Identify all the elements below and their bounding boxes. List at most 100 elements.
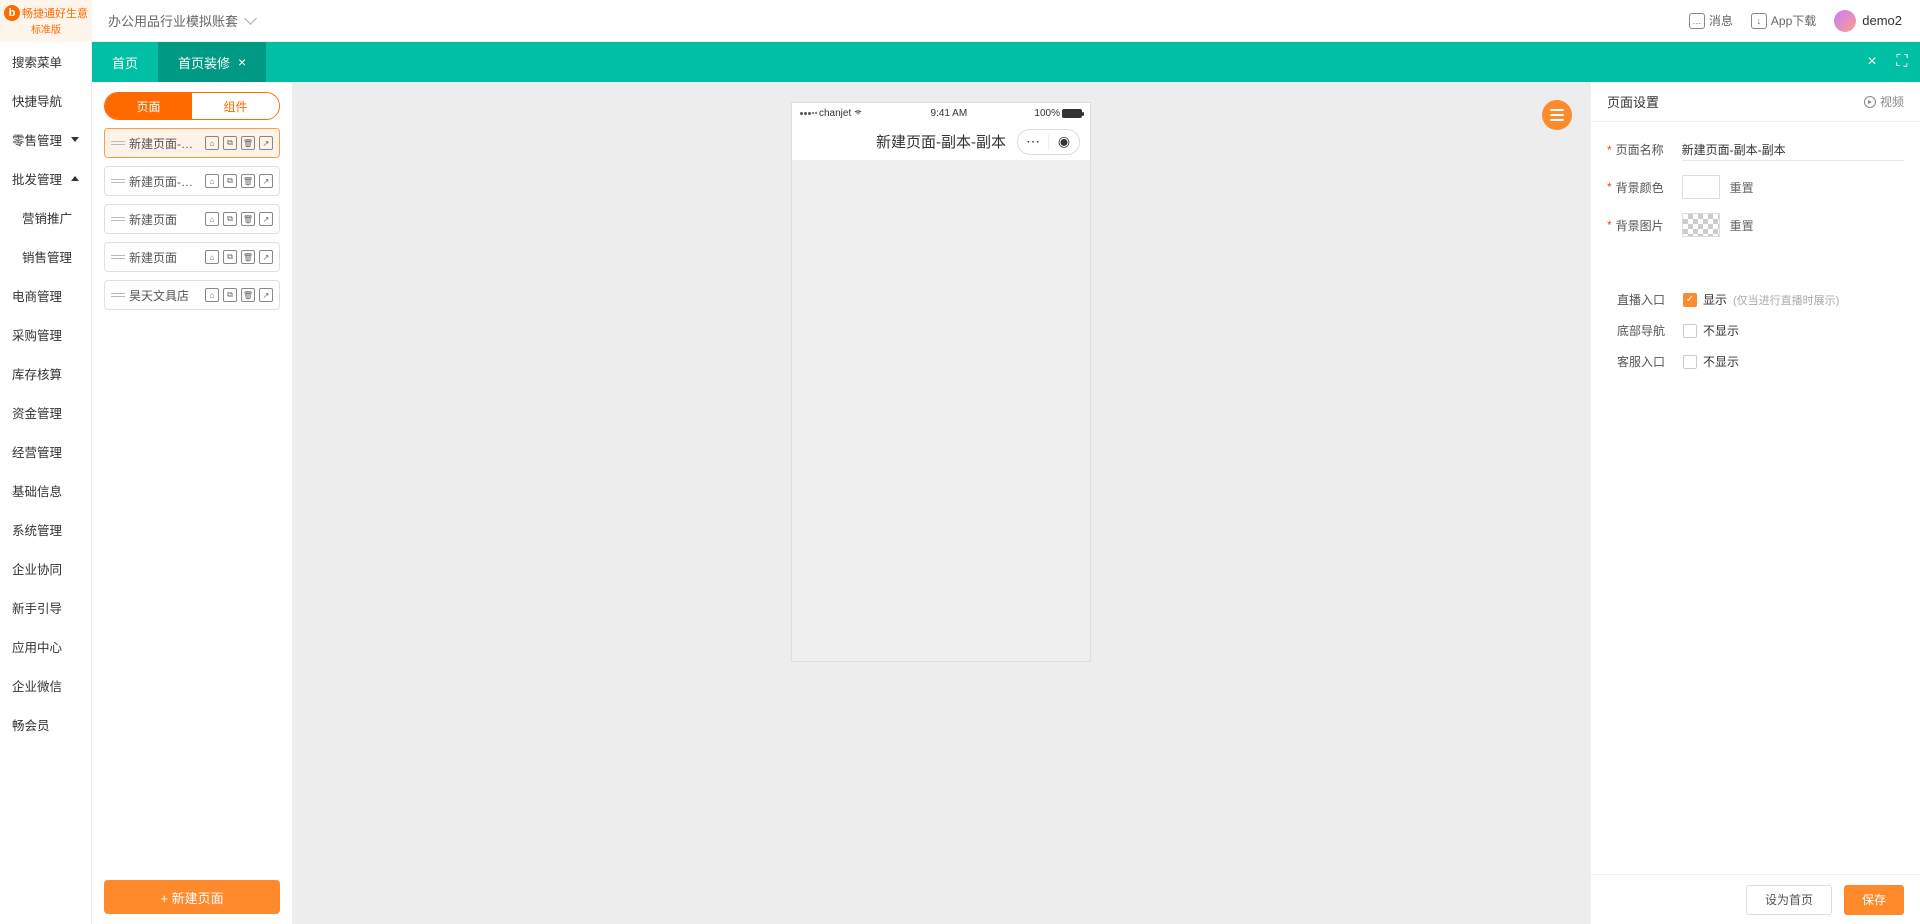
logo-edition: 标准版 xyxy=(31,21,61,36)
export-icon[interactable]: ↗ xyxy=(259,288,273,302)
messages-label: 消息 xyxy=(1709,12,1733,29)
export-icon[interactable]: ↗ xyxy=(259,250,273,264)
delete-icon[interactable]: 🗑 xyxy=(241,174,255,188)
page-card-1[interactable]: 新建页面-副本 ⌂ ⧉ 🗑 ↗ xyxy=(104,166,280,196)
field-live-entry: 直播入口 ✓ 显示 (仅当进行直播时展示) xyxy=(1607,291,1904,308)
export-icon[interactable]: ↗ xyxy=(259,212,273,226)
drag-handle-icon[interactable] xyxy=(111,288,125,302)
tab-home[interactable]: 首页 xyxy=(92,42,158,82)
app-download-link[interactable]: ↓ App下载 xyxy=(1751,12,1816,29)
top-header: b 畅捷通好生意 标准版 办公用品行业模拟账套 … 消息 ↓ App下载 dem… xyxy=(0,0,1920,42)
page-actions: ⌂ ⧉ 🗑 ↗ xyxy=(205,136,273,150)
capsule-menu-icon[interactable]: ⋯ xyxy=(1018,129,1048,155)
bg-image-picker[interactable] xyxy=(1682,213,1720,237)
play-icon xyxy=(1864,96,1876,108)
sidebar-item-finance[interactable]: 资金管理 xyxy=(0,393,91,432)
export-icon[interactable]: ↗ xyxy=(259,174,273,188)
service-show-label: 不显示 xyxy=(1703,353,1739,370)
save-button[interactable]: 保存 xyxy=(1844,885,1904,915)
sidebar-item-system[interactable]: 系统管理 xyxy=(0,510,91,549)
battery-label: 100% xyxy=(1034,108,1060,119)
page-card-label: 新建页面-副本 xyxy=(129,173,201,190)
drag-handle-icon[interactable] xyxy=(111,212,125,226)
sidebar-item-marketing[interactable]: 营销推广 xyxy=(0,198,91,237)
page-name-input[interactable] xyxy=(1682,138,1904,161)
sidebar-item-inventory[interactable]: 库存核算 xyxy=(0,354,91,393)
sidebar-item-quick-nav[interactable]: 快捷导航 xyxy=(0,81,91,120)
org-selector[interactable]: 办公用品行业模拟账套 xyxy=(108,11,256,30)
panel-toggle-button[interactable] xyxy=(1542,100,1572,130)
home-icon[interactable]: ⌂ xyxy=(205,174,219,188)
home-icon[interactable]: ⌂ xyxy=(205,250,219,264)
set-home-button[interactable]: 设为首页 xyxy=(1746,885,1832,915)
page-card-0[interactable]: 新建页面-副本-... ⌂ ⧉ 🗑 ↗ xyxy=(104,128,280,158)
settings-panel: 页面设置 视频 * 页面名称 * 背景颜色 xyxy=(1590,82,1920,924)
drag-handle-icon[interactable] xyxy=(111,136,125,150)
phone-body[interactable] xyxy=(792,161,1090,661)
capsule-close-icon[interactable]: ◉ xyxy=(1049,129,1079,155)
delete-icon[interactable]: 🗑 xyxy=(241,250,255,264)
tab-bar-right: × ⛶ xyxy=(1860,50,1920,74)
home-icon[interactable]: ⌂ xyxy=(205,288,219,302)
seg-component-button[interactable]: 组件 xyxy=(192,93,279,119)
home-icon[interactable]: ⌂ xyxy=(205,136,219,150)
copy-icon[interactable]: ⧉ xyxy=(223,136,237,150)
wechat-capsule: ⋯ ◉ xyxy=(1017,129,1080,155)
sidebar-item-app-center[interactable]: 应用中心 xyxy=(0,627,91,666)
sidebar-item-sales[interactable]: 销售管理 xyxy=(0,237,91,276)
page-card-2[interactable]: 新建页面 ⌂ ⧉ 🗑 ↗ xyxy=(104,204,280,234)
bg-color-label: 背景颜色 xyxy=(1616,179,1682,196)
app-body: 搜索菜单 快捷导航 零售管理 批发管理 营销推广 销售管理 电商管理 采购管理 … xyxy=(0,42,1920,924)
page-card-4[interactable]: 昊天文具店 ⌂ ⧉ 🗑 ↗ xyxy=(104,280,280,310)
sidebar-item-retail[interactable]: 零售管理 xyxy=(0,120,91,159)
close-icon[interactable]: × xyxy=(238,54,246,70)
copy-icon[interactable]: ⧉ xyxy=(223,288,237,302)
sidebar-item-operations[interactable]: 经营管理 xyxy=(0,432,91,471)
page-card-3[interactable]: 新建页面 ⌂ ⧉ 🗑 ↗ xyxy=(104,242,280,272)
bg-color-reset[interactable]: 重置 xyxy=(1730,179,1754,196)
sidebar-item-member[interactable]: 畅会员 xyxy=(0,705,91,744)
service-checkbox[interactable] xyxy=(1683,355,1697,369)
drag-handle-icon[interactable] xyxy=(111,250,125,264)
wifi-icon xyxy=(853,109,863,117)
delete-icon[interactable]: 🗑 xyxy=(241,136,255,150)
sidebar-item-ecommerce[interactable]: 电商管理 xyxy=(0,276,91,315)
required-star: * xyxy=(1607,180,1612,194)
sidebar-item-purchase[interactable]: 采购管理 xyxy=(0,315,91,354)
copy-icon[interactable]: ⧉ xyxy=(223,212,237,226)
bg-image-reset[interactable]: 重置 xyxy=(1730,217,1754,234)
sidebar-item-basic-info[interactable]: 基础信息 xyxy=(0,471,91,510)
canvas: chanjet 9:41 AM 100% 新建页面-副本-副本 ⋯ xyxy=(292,82,1590,924)
service-label: 客服入口 xyxy=(1617,353,1683,370)
avatar xyxy=(1834,10,1856,32)
close-all-button[interactable]: × xyxy=(1860,50,1884,74)
seg-page-button[interactable]: 页面 xyxy=(105,93,192,119)
delete-icon[interactable]: 🗑 xyxy=(241,288,255,302)
new-page-button[interactable]: + 新建页面 xyxy=(104,880,280,914)
user-menu[interactable]: demo2 xyxy=(1834,10,1902,32)
sidebar-item-collab[interactable]: 企业协同 xyxy=(0,549,91,588)
nav-checkbox[interactable] xyxy=(1683,324,1697,338)
sidebar-item-guide[interactable]: 新手引导 xyxy=(0,588,91,627)
delete-icon[interactable]: 🗑 xyxy=(241,212,255,226)
bg-color-swatch[interactable] xyxy=(1682,175,1720,199)
nav-label: 底部导航 xyxy=(1617,322,1683,339)
copy-icon[interactable]: ⧉ xyxy=(223,174,237,188)
sidebar-item-wechat[interactable]: 企业微信 xyxy=(0,666,91,705)
messages-link[interactable]: … 消息 xyxy=(1689,12,1733,29)
sidebar-item-wholesale[interactable]: 批发管理 xyxy=(0,159,91,198)
drag-handle-icon[interactable] xyxy=(111,174,125,188)
message-icon: … xyxy=(1689,13,1705,29)
copy-icon[interactable]: ⧉ xyxy=(223,250,237,264)
tab-page-decor[interactable]: 首页装修 × xyxy=(158,42,266,82)
sidebar-item-search[interactable]: 搜索菜单 xyxy=(0,42,91,81)
fullscreen-button[interactable]: ⛶ xyxy=(1890,50,1914,74)
video-tutorial-link[interactable]: 视频 xyxy=(1864,93,1904,110)
org-name: 办公用品行业模拟账套 xyxy=(108,11,238,30)
page-card-label: 昊天文具店 xyxy=(129,287,201,304)
export-icon[interactable]: ↗ xyxy=(259,136,273,150)
chevron-down-icon xyxy=(246,18,256,24)
home-icon[interactable]: ⌂ xyxy=(205,212,219,226)
tab-bar: 首页 首页装修 × × ⛶ xyxy=(92,42,1920,82)
live-checkbox[interactable]: ✓ xyxy=(1683,293,1697,307)
